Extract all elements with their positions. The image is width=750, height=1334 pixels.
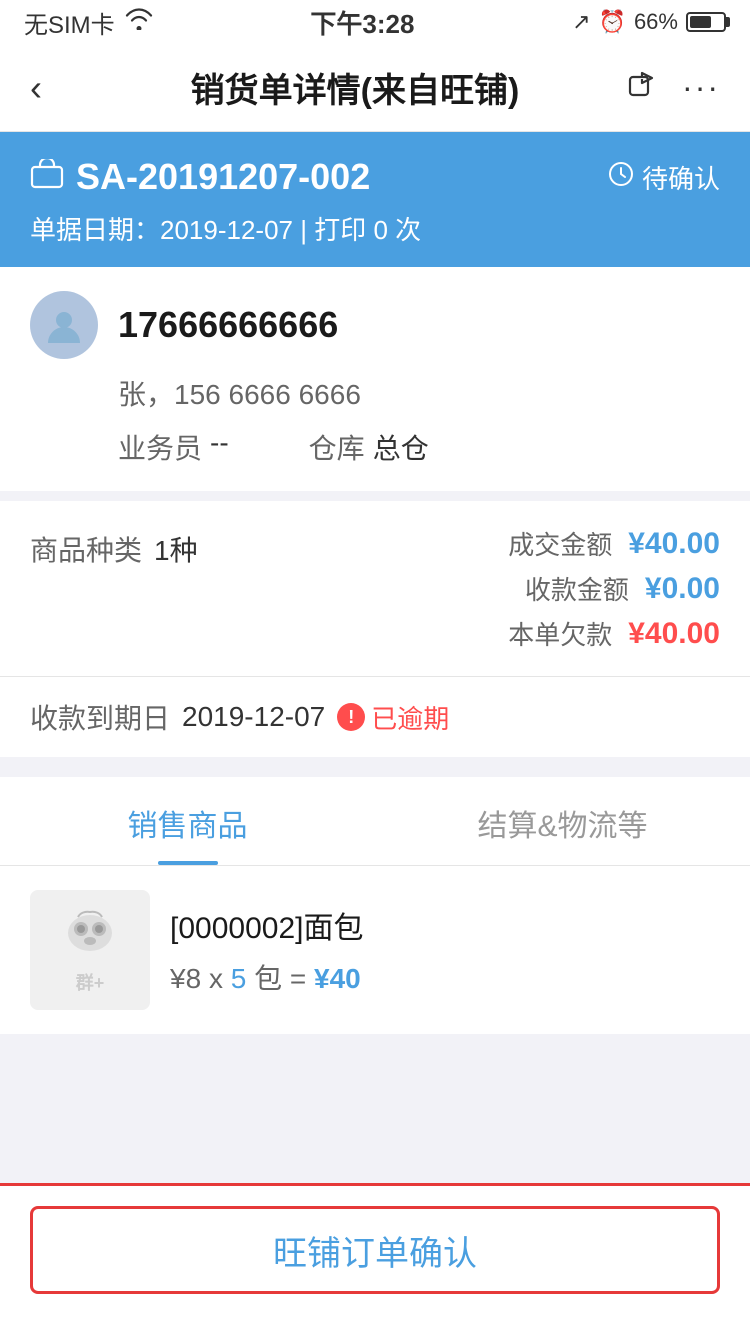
customer-section: 17666666666 张，156 6666 6666 业务员 -- 仓库 总仓 [0, 267, 750, 491]
order-header: SA-20191207-002 待确认 单据日期：2019-12-07 | 打印… [0, 132, 750, 267]
nav-bar: ‹ 销货单详情(来自旺铺) ··· [0, 44, 750, 132]
back-button[interactable]: ‹ [30, 67, 90, 109]
product-quantity: 5 [231, 963, 247, 994]
product-list: 群+ [0000002]面包 ¥8 x 5 包 = ¥40 [0, 866, 750, 1034]
section-divider-1 [0, 491, 750, 501]
status-bar: 无SIM卡 下午3:28 ↗ ⏰ 66% [0, 0, 750, 44]
product-total: ¥40 [314, 963, 361, 994]
alarm-icon: ⏰ [599, 9, 626, 35]
battery-icon [686, 12, 726, 32]
order-date-row: 单据日期：2019-12-07 | 打印 0 次 [30, 210, 720, 247]
status-time: 下午3:28 [310, 4, 414, 41]
battery-percent: 66% [634, 9, 678, 35]
owed-amount: ¥40.00 [628, 617, 720, 651]
due-date-section: 收款到期日 2019-12-07 ! 已逾期 [0, 677, 750, 757]
customer-meta: 业务员 -- 仓库 总仓 [118, 427, 720, 467]
carrier-label: 无SIM卡 [24, 5, 115, 40]
status-right: ↗ ⏰ 66% [572, 9, 726, 35]
brand-logo [60, 905, 120, 965]
customer-phone: 17666666666 [118, 304, 338, 346]
summary-section: 商品种类 1种 成交金额 ¥40.00 收款金额 ¥0.00 本单欠款 ¥40.… [0, 501, 750, 676]
table-row: 群+ [0000002]面包 ¥8 x 5 包 = ¥40 [0, 866, 750, 1034]
order-status: 待确认 [608, 159, 720, 196]
share-icon[interactable] [628, 67, 662, 108]
avatar [30, 291, 98, 359]
product-price: ¥8 [170, 963, 201, 994]
more-button[interactable]: ··· [682, 69, 720, 106]
tab-sales-products[interactable]: 销售商品 [0, 777, 375, 865]
bottom-bar: 旺铺订单确认 [0, 1183, 750, 1334]
received-amount: ¥0.00 [645, 572, 720, 606]
page-title: 销货单详情(来自旺铺) [90, 63, 620, 112]
tab-settlement[interactable]: 结算&物流等 [375, 777, 750, 865]
amount-details: 成交金额 ¥40.00 收款金额 ¥0.00 本单欠款 ¥40.00 [508, 525, 720, 652]
overdue-badge: ! 已逾期 [337, 699, 449, 736]
product-name: [0000002]面包 [170, 903, 720, 947]
wifi-icon [125, 8, 153, 37]
nav-actions: ··· [620, 67, 720, 108]
product-thumbnail: 群+ [30, 890, 150, 1010]
confirm-order-button[interactable]: 旺铺订单确认 [30, 1206, 720, 1294]
product-price-row: ¥8 x 5 包 = ¥40 [170, 957, 720, 997]
location-icon: ↗ [572, 9, 590, 35]
tab-bar: 销售商品 结算&物流等 [0, 777, 750, 866]
product-details: [0000002]面包 ¥8 x 5 包 = ¥40 [170, 903, 720, 997]
order-icon [30, 156, 64, 198]
clock-icon [608, 161, 634, 194]
status-left: 无SIM卡 [24, 5, 153, 40]
order-id: SA-20191207-002 [30, 156, 370, 198]
customer-detail: 张，156 6666 6666 [118, 373, 720, 413]
section-divider-3 [0, 757, 750, 767]
deal-amount: ¥40.00 [628, 527, 720, 561]
overdue-icon: ! [337, 703, 365, 731]
